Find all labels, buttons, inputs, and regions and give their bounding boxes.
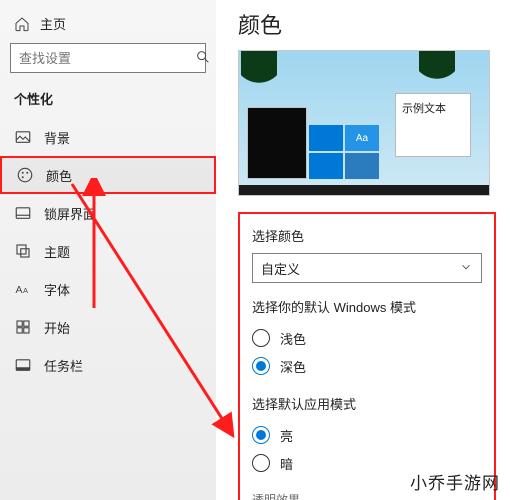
radio-label: 深色	[280, 357, 306, 376]
section-title: 个性化	[0, 85, 216, 118]
windows-mode-light[interactable]: 浅色	[252, 324, 482, 352]
search-icon	[195, 49, 211, 68]
preview-sample-window: 示例文本	[395, 93, 471, 157]
windows-mode-label: 选择你的默认 Windows 模式	[252, 297, 482, 316]
sidebar-item-label: 颜色	[46, 166, 72, 185]
radio-label: 浅色	[280, 329, 306, 348]
sidebar-item-label: 锁屏界面	[44, 204, 96, 223]
home-nav[interactable]: 主页	[0, 10, 216, 43]
sidebar-item-colors[interactable]: 颜色	[0, 156, 216, 194]
color-mode-value: 自定义	[261, 259, 300, 278]
picture-icon	[14, 128, 32, 146]
lock-screen-icon	[14, 204, 32, 222]
sidebar-item-label: 开始	[44, 318, 70, 337]
sidebar-item-start[interactable]: 开始	[0, 308, 216, 346]
font-icon: AA	[14, 280, 32, 298]
windows-mode-group: 浅色 深色	[252, 324, 482, 380]
page-title: 颜色	[238, 8, 494, 40]
sidebar-item-label: 主题	[44, 242, 70, 261]
app-mode-light[interactable]: 亮	[252, 421, 482, 449]
search-container	[0, 43, 216, 85]
search-input[interactable]	[19, 51, 195, 66]
watermark-text: 小乔手游网	[410, 469, 500, 494]
svg-text:A: A	[16, 284, 23, 296]
radio-label: 亮	[280, 426, 293, 445]
home-label: 主页	[40, 14, 66, 33]
sidebar-item-label: 字体	[44, 280, 70, 299]
home-icon	[14, 16, 30, 32]
sidebar-item-taskbar[interactable]: 任务栏	[0, 346, 216, 384]
preview-tiles: Aa	[309, 125, 379, 179]
settings-app: 主页 个性化 背景 颜色	[0, 0, 510, 500]
color-settings-group: 选择颜色 自定义 选择你的默认 Windows 模式 浅色 深色 选择默认应用模…	[238, 212, 496, 500]
sidebar-item-label: 背景	[44, 128, 70, 147]
radio-label: 暗	[280, 454, 293, 473]
start-icon	[14, 318, 32, 336]
windows-mode-dark[interactable]: 深色	[252, 352, 482, 380]
main-panel: 颜色 Aa 示例文本 选择颜色 自定义 选择你的默认 Windows 模式	[216, 0, 510, 500]
search-field[interactable]	[10, 43, 206, 73]
sidebar-item-fonts[interactable]: AA 字体	[0, 270, 216, 308]
radio-icon	[252, 329, 270, 347]
app-mode-label: 选择默认应用模式	[252, 394, 482, 413]
radio-icon	[252, 357, 270, 375]
sidebar-item-themes[interactable]: 主题	[0, 232, 216, 270]
palette-icon	[16, 166, 34, 184]
radio-icon	[252, 454, 270, 472]
taskbar-icon	[14, 356, 32, 374]
choose-color-label: 选择颜色	[252, 226, 482, 245]
color-preview: Aa 示例文本	[238, 50, 490, 196]
svg-text:A: A	[23, 286, 28, 295]
radio-icon	[252, 426, 270, 444]
sidebar: 主页 个性化 背景 颜色	[0, 0, 216, 500]
sidebar-item-lockscreen[interactable]: 锁屏界面	[0, 194, 216, 232]
chevron-down-icon	[459, 260, 473, 277]
preview-tile-aa: Aa	[345, 125, 379, 151]
sidebar-item-background[interactable]: 背景	[0, 118, 216, 156]
sidebar-nav: 背景 颜色 锁屏界面 主题	[0, 118, 216, 384]
preview-sample-text: 示例文本	[402, 103, 446, 115]
sidebar-item-label: 任务栏	[44, 356, 83, 375]
color-mode-select[interactable]: 自定义	[252, 253, 482, 283]
theme-icon	[14, 242, 32, 260]
